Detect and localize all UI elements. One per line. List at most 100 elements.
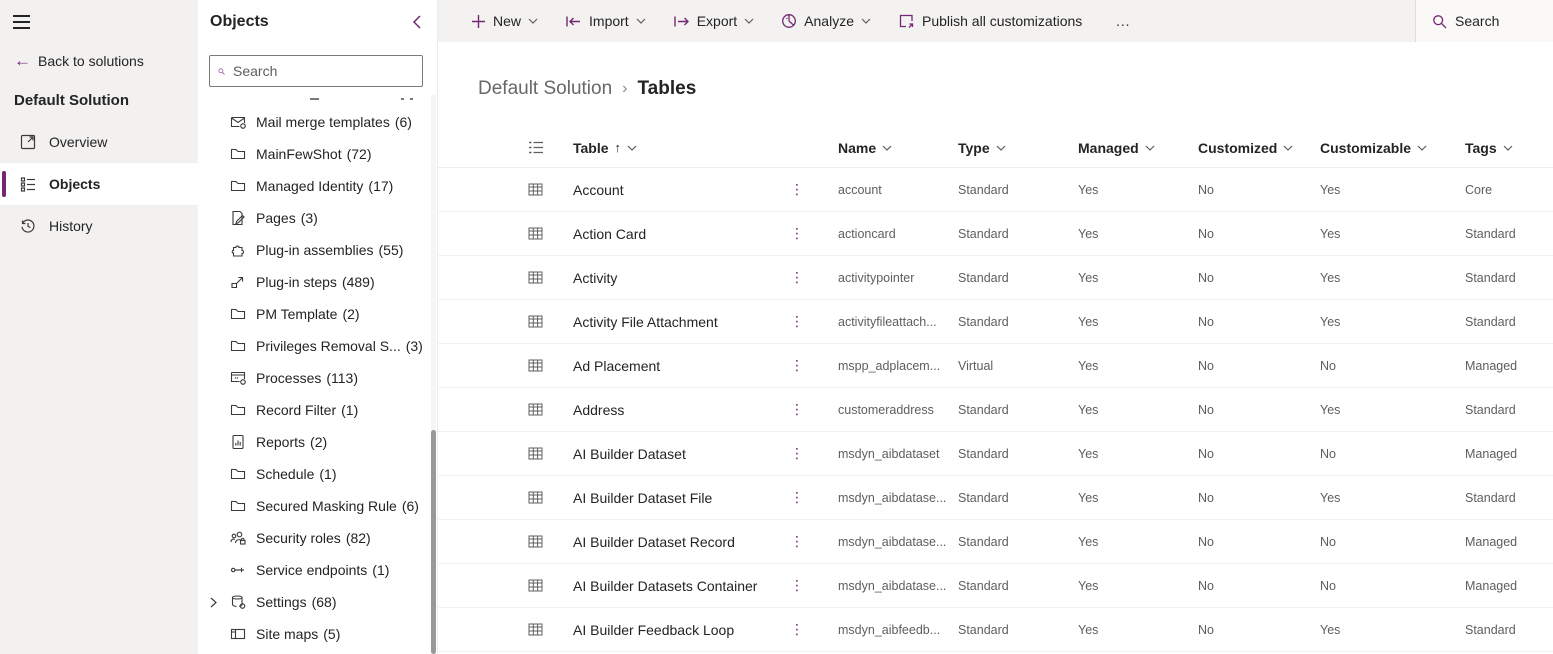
table-row[interactable]: AI Builder Datasets Container⋮ msdyn_aib… — [438, 564, 1553, 608]
tree-item-security-roles[interactable]: Security roles (82) — [198, 522, 431, 554]
cell-customizable: No — [1320, 579, 1465, 593]
table-row[interactable]: AI Builder Dataset Record⋮ msdyn_aibdata… — [438, 520, 1553, 564]
table-row[interactable]: Action Card⋮ actioncard Standard Yes No … — [438, 212, 1553, 256]
nav-item-objects[interactable]: Objects — [0, 163, 198, 205]
folder-icon — [230, 498, 256, 514]
import-button[interactable]: Import — [565, 13, 646, 29]
row-kebab-menu-icon[interactable]: ⋮ — [786, 577, 808, 594]
tree-item-mail-merge-templates[interactable]: Mail merge templates (6) — [198, 106, 431, 138]
row-list-icon — [528, 140, 573, 155]
table-name: AI Builder Feedback Loop — [573, 622, 734, 638]
process-gear-icon — [230, 370, 256, 386]
column-header-customized[interactable]: Customized — [1198, 140, 1320, 156]
table-grid-icon — [528, 491, 573, 504]
row-kebab-menu-icon[interactable]: ⋮ — [786, 181, 808, 198]
cell-tags: Standard — [1465, 403, 1553, 417]
column-header-name[interactable]: Name — [838, 140, 958, 156]
row-kebab-menu-icon[interactable]: ⋮ — [786, 357, 808, 374]
tree-item-pages[interactable]: Pages (3) — [198, 202, 431, 234]
security-roles-icon — [230, 530, 256, 546]
breadcrumb-parent[interactable]: Default Solution — [478, 78, 612, 100]
column-header-customizable[interactable]: Customizable — [1320, 140, 1465, 156]
tree-item-mainfewshot[interactable]: MainFewShot (72) — [198, 138, 431, 170]
back-to-solutions-link[interactable]: ← Back to solutions — [14, 52, 144, 69]
cell-customized: No — [1198, 359, 1320, 373]
cell-customized: No — [1198, 447, 1320, 461]
tree-item-schedule[interactable]: Schedule (1) — [198, 458, 431, 490]
page-edit-icon — [230, 210, 256, 226]
chevron-down-icon — [1145, 145, 1155, 151]
row-kebab-menu-icon[interactable]: ⋮ — [786, 401, 808, 418]
overflow-menu-icon[interactable]: … — [1109, 13, 1138, 30]
row-kebab-menu-icon[interactable]: ⋮ — [786, 621, 808, 638]
cell-name: account — [838, 183, 958, 197]
objects-search-input[interactable] — [233, 63, 414, 79]
tree-item-privileges-removal[interactable]: Privileges Removal S... (3) — [198, 330, 431, 362]
tree-item-secured-masking-rule[interactable]: Secured Masking Rule (6) — [198, 490, 431, 522]
row-kebab-menu-icon[interactable]: ⋮ — [786, 445, 808, 462]
chevron-down-icon — [1417, 145, 1427, 151]
table-row[interactable]: Activity File Attachment⋮ activityfileat… — [438, 300, 1553, 344]
cell-name: msdyn_aibdatase... — [838, 535, 958, 549]
tree-item-service-endpoints[interactable]: Service endpoints (1) — [198, 554, 431, 586]
cell-name: activityfileattach... — [838, 315, 958, 329]
cell-name: customeraddress — [838, 403, 958, 417]
export-button[interactable]: Export — [673, 13, 754, 29]
chevron-right-icon[interactable] — [210, 597, 217, 608]
top-search-button[interactable]: Search — [1415, 0, 1553, 42]
cell-customized: No — [1198, 623, 1320, 637]
chevron-left-icon[interactable] — [409, 12, 425, 32]
table-row[interactable]: AI Builder Dataset⋮ msdyn_aibdataset Sta… — [438, 432, 1553, 476]
cell-managed: Yes — [1078, 183, 1198, 197]
cell-customizable: Yes — [1320, 491, 1465, 505]
table-row[interactable]: Ad Placement⋮ mspp_adplacem... Virtual Y… — [438, 344, 1553, 388]
tree-item-plugin-steps[interactable]: Plug-in steps (489) — [198, 266, 431, 298]
column-header-managed[interactable]: Managed — [1078, 140, 1198, 156]
table-row[interactable]: AI Builder Feedback Loop ⋮ msdyn_aibfeedb… — [438, 608, 1553, 652]
tree-item-managed-identity[interactable]: Managed Identity (17) — [198, 170, 431, 202]
tree-item-settings[interactable]: Settings (68) — [198, 586, 431, 618]
cell-managed: Yes — [1078, 271, 1198, 285]
cell-customizable: Yes — [1320, 315, 1465, 329]
new-button[interactable]: New — [471, 13, 538, 29]
analyze-button[interactable]: Analyze — [781, 13, 871, 29]
table-row[interactable]: Account⋮ account Standard Yes No Yes Cor… — [438, 168, 1553, 212]
cell-name: msdyn_aibfeedb... — [838, 623, 958, 637]
hamburger-menu-icon[interactable] — [13, 12, 37, 32]
row-kebab-menu-icon[interactable]: ⋮ — [786, 225, 808, 242]
table-grid-icon — [528, 227, 573, 240]
tree-item-processes[interactable]: Processes (113) — [198, 362, 431, 394]
cell-customizable: Yes — [1320, 271, 1465, 285]
cell-managed: Yes — [1078, 403, 1198, 417]
row-kebab-menu-icon[interactable]: ⋮ — [786, 269, 808, 286]
cell-tags: Core — [1465, 183, 1553, 197]
table-row[interactable]: AI Builder Dataset File⋮ msdyn_aibdatase… — [438, 476, 1553, 520]
table-name: AI Builder Dataset — [573, 446, 686, 462]
chevron-down-icon — [996, 145, 1006, 151]
row-kebab-menu-icon[interactable]: ⋮ — [786, 489, 808, 506]
objects-panel-scrollbar — [431, 95, 436, 654]
cell-customized: No — [1198, 227, 1320, 241]
nav-item-overview[interactable]: Overview — [0, 121, 198, 163]
cell-type: Standard — [958, 491, 1078, 505]
tree-item-pm-template[interactable]: PM Template (2) — [198, 298, 431, 330]
column-header-type[interactable]: Type — [958, 140, 1078, 156]
column-header-table[interactable]: Table ↑ — [573, 140, 838, 156]
solution-title: Default Solution — [14, 92, 129, 109]
tree-item-plugin-assemblies[interactable]: Plug-in assemblies (55) — [198, 234, 431, 266]
row-kebab-menu-icon[interactable]: ⋮ — [786, 533, 808, 550]
table-row[interactable]: Activity⋮ activitypointer Standard Yes N… — [438, 256, 1553, 300]
table-name: Ad Placement — [573, 358, 660, 374]
tree-item-site-maps[interactable]: Site maps (5) — [198, 618, 431, 650]
cell-customizable: Yes — [1320, 623, 1465, 637]
scrollbar-thumb[interactable] — [431, 430, 436, 654]
chevron-down-icon — [744, 18, 754, 24]
publish-all-customizations-button[interactable]: Publish all customizations — [898, 13, 1082, 29]
row-kebab-menu-icon[interactable]: ⋮ — [786, 313, 808, 330]
tree-item-reports[interactable]: Reports (2) — [198, 426, 431, 458]
table-row[interactable]: Address⋮ customeraddress Standard Yes No… — [438, 388, 1553, 432]
cell-type: Virtual — [958, 359, 1078, 373]
nav-item-history[interactable]: History — [0, 205, 198, 247]
tree-item-record-filter[interactable]: Record Filter (1) — [198, 394, 431, 426]
column-header-tags[interactable]: Tags — [1465, 140, 1553, 156]
